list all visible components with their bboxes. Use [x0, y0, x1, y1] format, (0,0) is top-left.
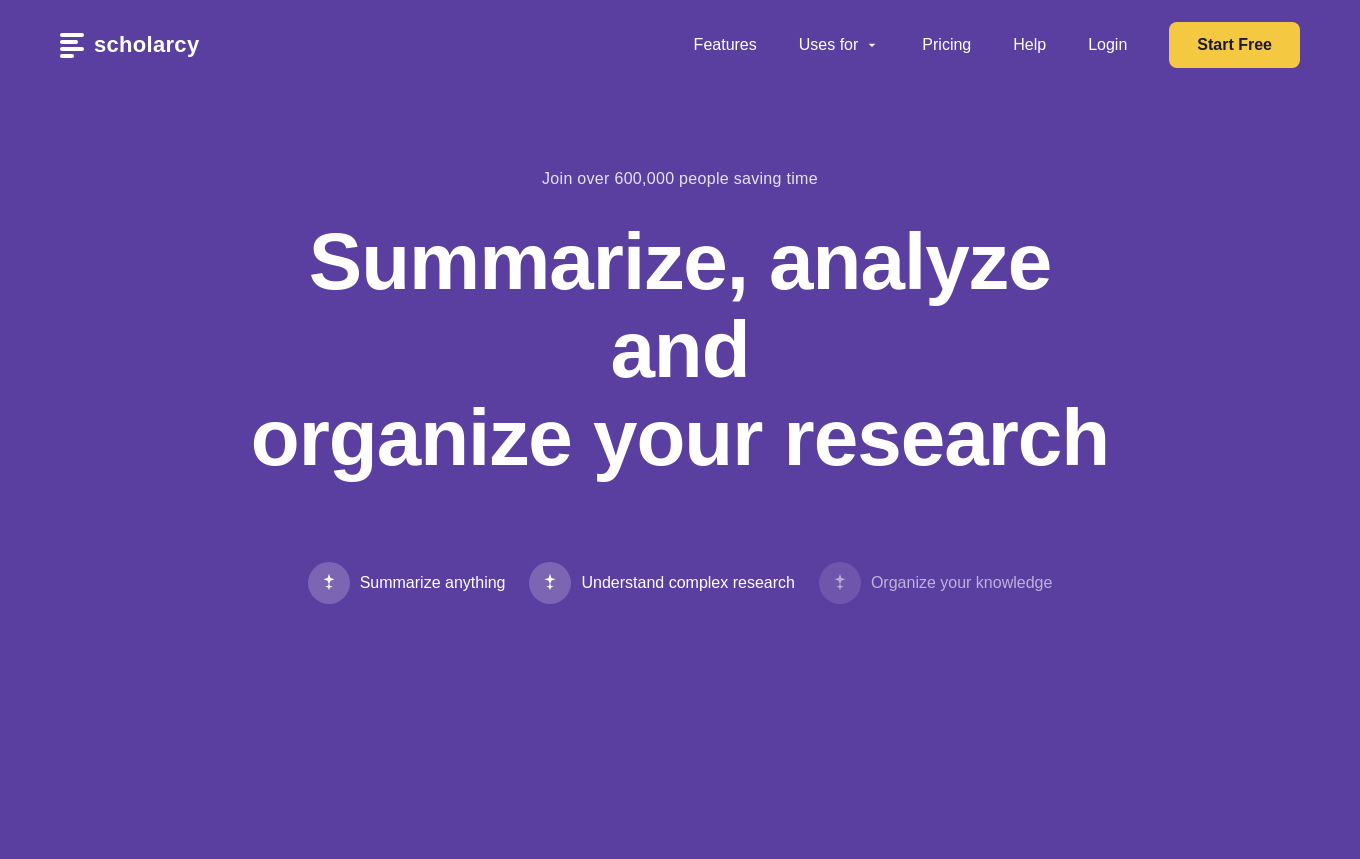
pill-understand[interactable]: Understand complex research [529, 562, 794, 604]
sparkle3-icon [829, 572, 851, 594]
logo[interactable]: scholarcy [60, 32, 199, 58]
nav-uses-for[interactable]: Uses for [783, 28, 897, 62]
hero-section: Join over 600,000 people saving time Sum… [0, 90, 1360, 664]
nav-pricing[interactable]: Pricing [906, 28, 987, 62]
sparkle2-icon [539, 572, 561, 594]
pill-summarize-label: Summarize anything [360, 574, 506, 592]
nav-help[interactable]: Help [997, 28, 1062, 62]
logo-text: scholarcy [94, 32, 199, 58]
hero-title: Summarize, analyze and organize your res… [230, 218, 1130, 482]
feature-pills: Summarize anything Understand complex re… [308, 562, 1053, 604]
nav-links: Features Uses for Pricing Help Login Sta… [678, 22, 1300, 68]
pill-summarize[interactable]: Summarize anything [308, 562, 506, 604]
navbar: scholarcy Features Uses for Pricing Help… [0, 0, 1360, 90]
sparkle-icon [318, 572, 340, 594]
pill-understand-icon [529, 562, 571, 604]
pill-organize-icon [819, 562, 861, 604]
nav-login[interactable]: Login [1072, 28, 1143, 62]
pill-understand-label: Understand complex research [581, 574, 794, 592]
pill-organize[interactable]: Organize your knowledge [819, 562, 1052, 604]
pill-summarize-icon [308, 562, 350, 604]
logo-icon [60, 33, 84, 58]
pill-organize-label: Organize your knowledge [871, 574, 1052, 592]
nav-features[interactable]: Features [678, 28, 773, 62]
start-free-button[interactable]: Start Free [1169, 22, 1300, 68]
chevron-down-icon [864, 37, 880, 53]
hero-subtitle: Join over 600,000 people saving time [542, 170, 818, 188]
